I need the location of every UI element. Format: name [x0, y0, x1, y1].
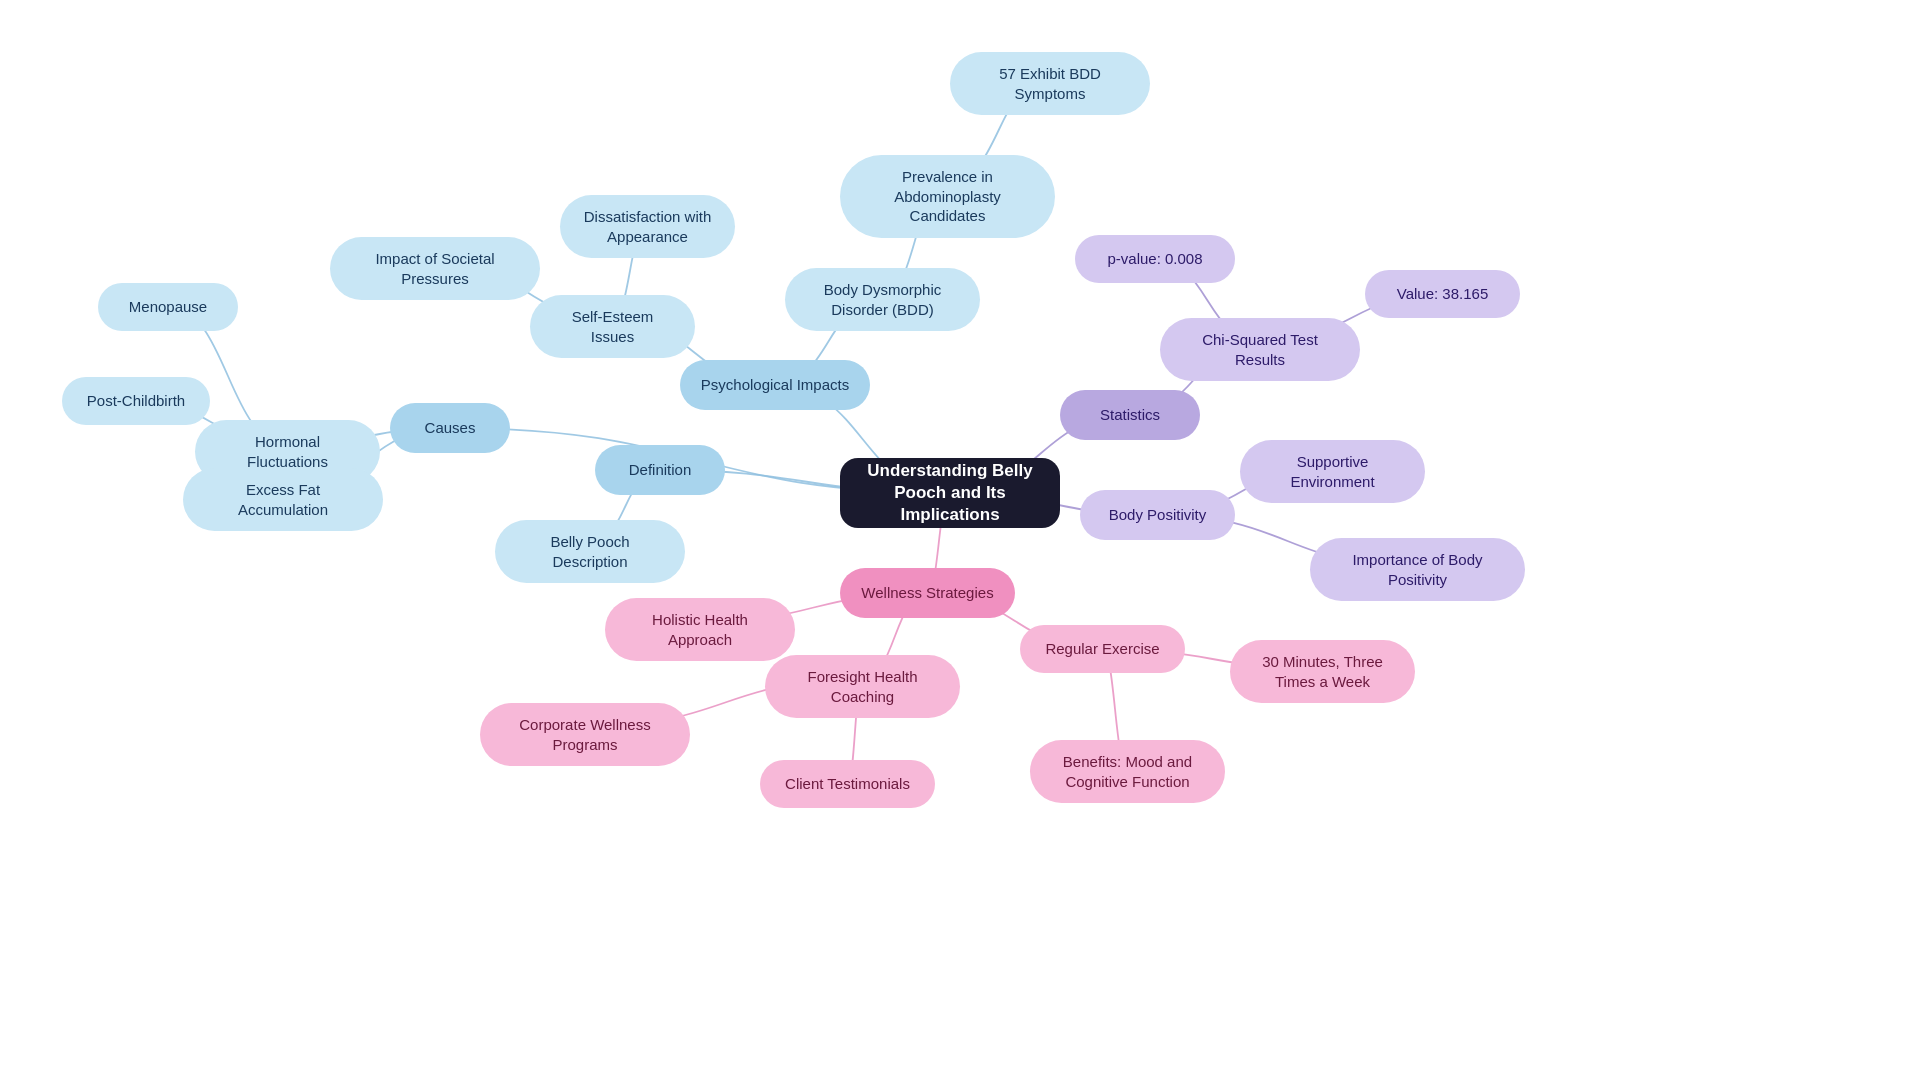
node-chi-squared: Chi-Squared Test Results: [1160, 318, 1360, 381]
node-supportive: Supportive Environment: [1240, 440, 1425, 503]
node-psychological: Psychological Impacts: [680, 360, 870, 410]
node-bdd: Body Dysmorphic Disorder (BDD): [785, 268, 980, 331]
node-dissatisfaction: Dissatisfaction with Appearance: [560, 195, 735, 258]
node-foresight: Foresight Health Coaching: [765, 655, 960, 718]
node-corporate: Corporate Wellness Programs: [480, 703, 690, 766]
node-benefits: Benefits: Mood and Cognitive Function: [1030, 740, 1225, 803]
node-body-positivity: Body Positivity: [1080, 490, 1235, 540]
node-menopause: Menopause: [98, 283, 238, 331]
center-node: Understanding Belly Pooch and Its Implic…: [840, 458, 1060, 528]
node-testimonials: Client Testimonials: [760, 760, 935, 808]
node-30-minutes: 30 Minutes, Three Times a Week: [1230, 640, 1415, 703]
node-self-esteem: Self-Esteem Issues: [530, 295, 695, 358]
node-holistic: Holistic Health Approach: [605, 598, 795, 661]
node-pvalue: p-value: 0.008: [1075, 235, 1235, 283]
node-excess-fat: Excess Fat Accumulation: [183, 468, 383, 531]
node-statistics: Statistics: [1060, 390, 1200, 440]
node-importance-bp: Importance of Body Positivity: [1310, 538, 1525, 601]
node-post-childbirth: Post-Childbirth: [62, 377, 210, 425]
node-wellness: Wellness Strategies: [840, 568, 1015, 618]
mindmap-container: Understanding Belly Pooch and Its Implic…: [0, 0, 1920, 1083]
node-value: Value: 38.165: [1365, 270, 1520, 318]
node-causes: Causes: [390, 403, 510, 453]
node-definition: Definition: [595, 445, 725, 495]
node-prevalence: Prevalence in Abdominoplasty Candidates: [840, 155, 1055, 238]
node-societal: Impact of Societal Pressures: [330, 237, 540, 300]
node-bdd-symptoms: 57 Exhibit BDD Symptoms: [950, 52, 1150, 115]
node-belly-desc: Belly Pooch Description: [495, 520, 685, 583]
node-regular-exercise: Regular Exercise: [1020, 625, 1185, 673]
